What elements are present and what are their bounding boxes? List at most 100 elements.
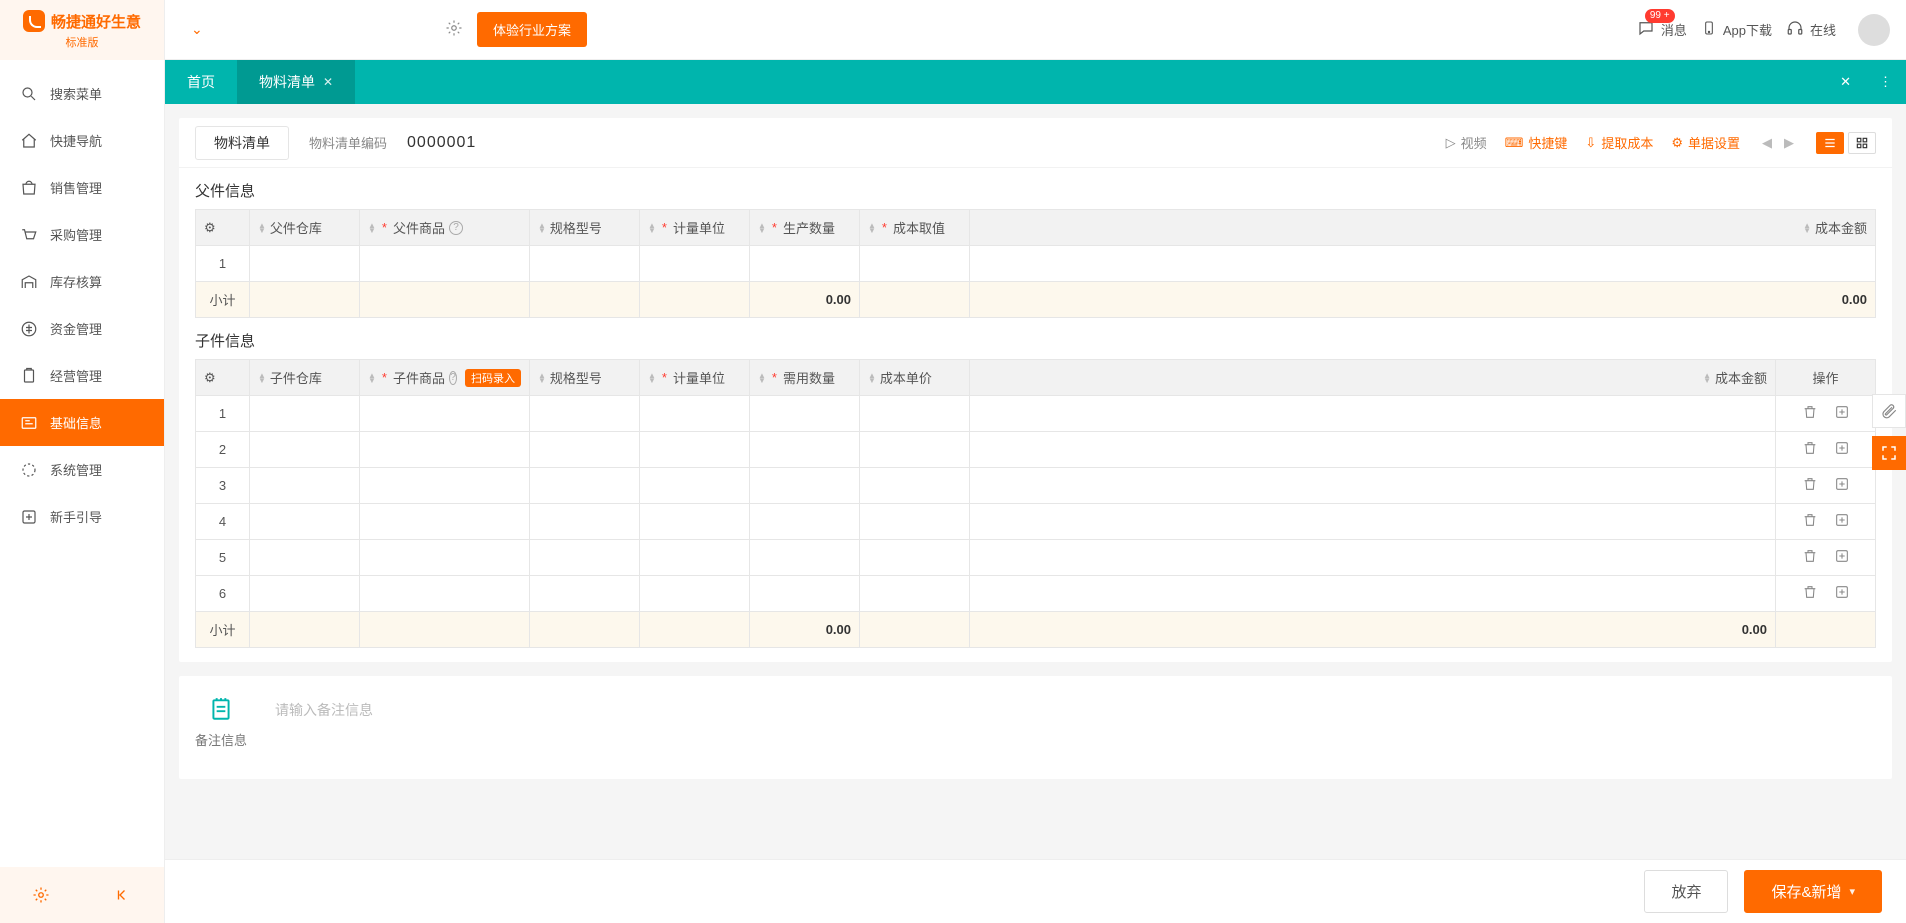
sidebar-item-sales[interactable]: 销售管理	[0, 164, 164, 211]
add-row-icon[interactable]	[1834, 548, 1850, 567]
collapse-icon[interactable]	[113, 885, 133, 905]
delete-row-icon[interactable]	[1802, 440, 1818, 459]
sidebar-item-operations[interactable]: 经营管理	[0, 352, 164, 399]
help-icon[interactable]: ?	[449, 221, 463, 235]
add-row-icon[interactable]	[1834, 584, 1850, 603]
row-index: 1	[196, 396, 250, 432]
delete-row-icon[interactable]	[1802, 476, 1818, 495]
sort-icon[interactable]: ▲▼	[538, 373, 546, 383]
parent-subtotal-row: 小计 0.00 0.00	[196, 282, 1876, 318]
child-table-row[interactable]: 6	[196, 576, 1876, 612]
promo-button[interactable]: 体验行业方案	[477, 12, 587, 47]
child-table-row[interactable]: 4	[196, 504, 1876, 540]
sort-icon[interactable]: ▲▼	[1803, 223, 1811, 233]
card-icon	[20, 414, 38, 432]
tab-more[interactable]: ⋮	[1865, 60, 1906, 104]
view-grid-button[interactable]	[1848, 132, 1876, 154]
hotkey-label: 快捷键	[1528, 133, 1567, 152]
card-tab-bom[interactable]: 物料清单	[195, 126, 289, 160]
child-table-row[interactable]: 1	[196, 396, 1876, 432]
online-label: 在线	[1810, 20, 1836, 39]
remark-input[interactable]	[271, 694, 1876, 727]
parent-table: ⚙ ▲▼父件仓库 ▲▼*父件商品? ▲▼规格型号 ▲▼*计量单位 ▲▼*生产数量…	[195, 209, 1876, 318]
sort-icon[interactable]: ▲▼	[758, 223, 766, 233]
col-child-qty: 需用数量	[783, 368, 835, 387]
video-link[interactable]: ▷ 视频	[1446, 133, 1487, 152]
sort-icon[interactable]: ▲▼	[648, 373, 656, 383]
extract-cost-link[interactable]: ⇩ 提取成本	[1585, 133, 1653, 152]
row-index: 3	[196, 468, 250, 504]
avatar[interactable]	[1858, 14, 1890, 46]
sort-icon[interactable]: ▲▼	[758, 373, 766, 383]
company-selector[interactable]: ⌄	[181, 21, 431, 38]
hotkey-link[interactable]: ⌨ 快捷键	[1505, 133, 1568, 152]
view-list-button[interactable]	[1816, 132, 1844, 154]
sort-icon[interactable]: ▲▼	[368, 223, 376, 233]
online-support-button[interactable]: 在线	[1786, 19, 1836, 40]
play-icon: ▷	[1446, 135, 1456, 151]
doc-settings-link[interactable]: ⚙ 单据设置	[1671, 133, 1740, 152]
gear-icon[interactable]: ⚙	[204, 370, 216, 385]
remark-label-text: 备注信息	[195, 730, 247, 749]
sort-icon[interactable]: ▲▼	[868, 223, 876, 233]
sort-icon[interactable]: ▲▼	[258, 373, 266, 383]
tab-bom[interactable]: 物料清单 ✕	[237, 60, 355, 104]
tab-close-all[interactable]: ✕	[1826, 60, 1865, 104]
tab-home[interactable]: 首页	[165, 60, 237, 104]
sidebar-item-inventory[interactable]: 库存核算	[0, 258, 164, 305]
discard-button[interactable]: 放弃	[1644, 870, 1728, 913]
sidebar-item-label: 基础信息	[50, 413, 102, 432]
save-and-new-button[interactable]: 保存&新增 ▾	[1744, 870, 1882, 913]
sort-icon[interactable]: ▲▼	[258, 223, 266, 233]
sidebar-item-purchase[interactable]: 采购管理	[0, 211, 164, 258]
sort-icon[interactable]: ▲▼	[868, 373, 876, 383]
child-table-row[interactable]: 3	[196, 468, 1876, 504]
add-row-icon[interactable]	[1834, 404, 1850, 423]
clipboard-icon	[20, 367, 38, 385]
sort-icon[interactable]: ▲▼	[538, 223, 546, 233]
sort-icon[interactable]: ▲▼	[1703, 373, 1711, 383]
parent-table-row[interactable]: 1	[196, 246, 1876, 282]
warehouse-icon	[20, 273, 38, 291]
fullscreen-button[interactable]	[1872, 436, 1906, 470]
delete-row-icon[interactable]	[1802, 512, 1818, 531]
subtotal-label: 小计	[196, 612, 250, 648]
col-child-unit: 计量单位	[673, 368, 725, 387]
help-icon[interactable]: ?	[449, 371, 457, 385]
next-record-icon[interactable]: ▶	[1780, 133, 1798, 153]
app-download-button[interactable]: App下载	[1701, 20, 1772, 39]
child-table-row[interactable]: 2	[196, 432, 1876, 468]
delete-row-icon[interactable]	[1802, 548, 1818, 567]
delete-row-icon[interactable]	[1802, 404, 1818, 423]
attachment-button[interactable]	[1872, 394, 1906, 428]
sidebar-item-label: 系统管理	[50, 460, 102, 479]
chevron-down-icon: ⌄	[191, 21, 203, 38]
add-row-icon[interactable]	[1834, 512, 1850, 531]
company-settings-icon[interactable]	[445, 19, 463, 40]
row-index: 4	[196, 504, 250, 540]
sidebar-item-guide[interactable]: 新手引导	[0, 493, 164, 540]
sidebar-item-finance[interactable]: 资金管理	[0, 305, 164, 352]
sidebar-item-basicinfo[interactable]: 基础信息	[0, 399, 164, 446]
home-icon	[20, 132, 38, 150]
sidebar-item-search[interactable]: 搜索菜单	[0, 70, 164, 117]
add-row-icon[interactable]	[1834, 440, 1850, 459]
gear-icon[interactable]: ⚙	[204, 220, 216, 235]
sort-icon[interactable]: ▲▼	[368, 373, 376, 383]
child-subtotal-qty: 0.00	[750, 612, 860, 648]
messages-button[interactable]: 99 + 消息	[1637, 19, 1687, 40]
footer-bar: 放弃 保存&新增 ▾	[165, 859, 1906, 923]
scan-input-tag[interactable]: 扫码录入	[465, 369, 521, 387]
close-icon[interactable]: ✕	[323, 75, 333, 89]
prev-record-icon[interactable]: ◀	[1758, 133, 1776, 153]
sidebar-item-quicknav[interactable]: 快捷导航	[0, 117, 164, 164]
sidebar-item-system[interactable]: 系统管理	[0, 446, 164, 493]
brand-edition: 标准版	[66, 34, 99, 50]
sort-icon[interactable]: ▲▼	[648, 223, 656, 233]
add-row-icon[interactable]	[1834, 476, 1850, 495]
child-table-row[interactable]: 5	[196, 540, 1876, 576]
delete-row-icon[interactable]	[1802, 584, 1818, 603]
col-parent-costmode: 成本取值	[893, 218, 945, 237]
settings-icon[interactable]	[31, 885, 51, 905]
child-subtotal-row: 小计 0.00 0.00	[196, 612, 1876, 648]
